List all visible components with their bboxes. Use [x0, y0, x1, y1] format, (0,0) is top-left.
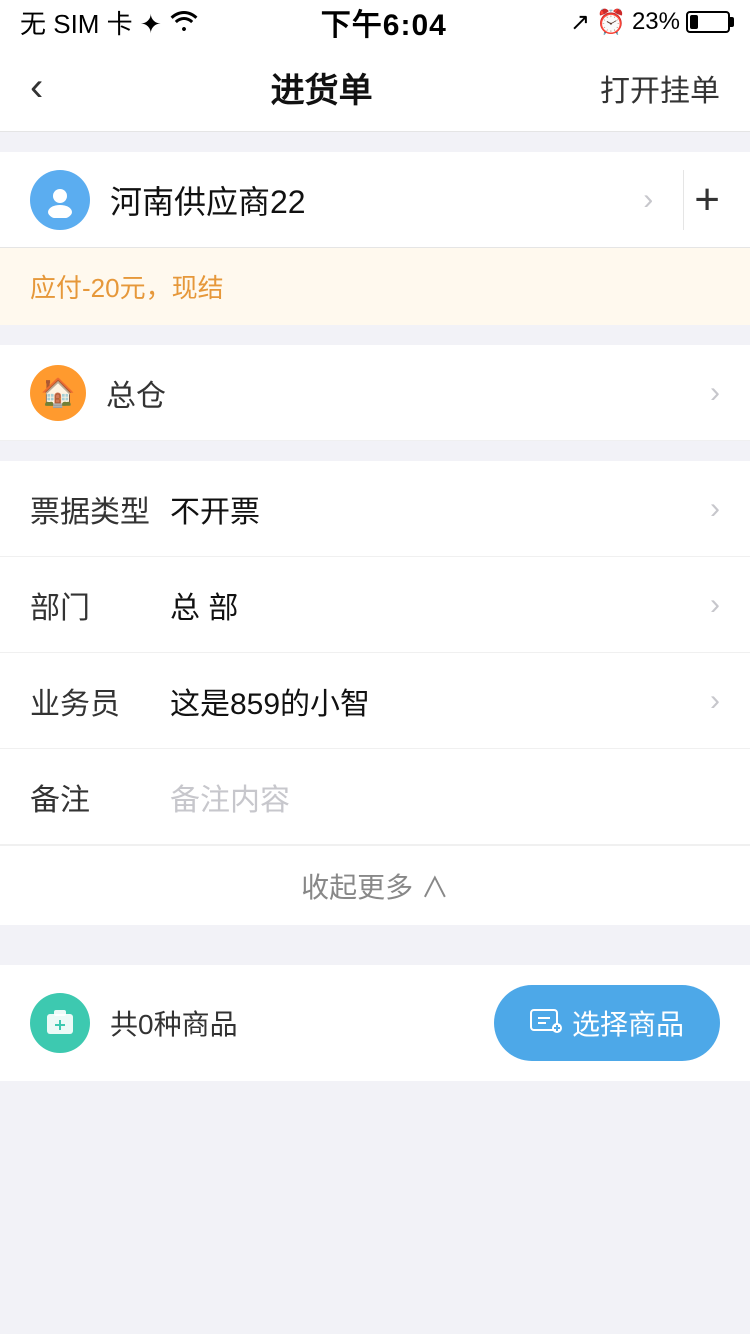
remark-row[interactable]: 备注 备注内容 — [0, 749, 750, 845]
invoice-value: 不开票 — [170, 487, 710, 531]
warehouse-name: 总仓 — [106, 371, 710, 415]
back-button[interactable]: ‹ — [30, 65, 43, 110]
status-left: 无 SIM 卡 ✦ — [20, 4, 198, 41]
salesperson-row[interactable]: 业务员 这是859的小智 › — [0, 653, 750, 749]
battery-percent: 23% — [632, 8, 680, 36]
remark-input[interactable]: 备注内容 — [170, 775, 720, 819]
page-title: 进货单 — [271, 63, 373, 112]
dept-value: 总 部 — [170, 583, 710, 627]
supplier-name: 河南供应商22 — [110, 177, 643, 223]
supplier-avatar — [30, 170, 90, 230]
form-section: 票据类型 不开票 › 部门 总 部 › 业务员 这是859的小智 › 备注 备注… — [0, 461, 750, 925]
select-product-button[interactable]: 选择商品 — [494, 985, 720, 1061]
location-icon: ↗ — [570, 8, 590, 37]
open-pending-button[interactable]: 打开挂单 — [600, 66, 720, 110]
sim-text: 无 SIM 卡 ✦ — [20, 4, 162, 41]
invoice-label: 票据类型 — [30, 487, 170, 531]
collapse-row[interactable]: 收起更多 ∧ — [0, 845, 750, 925]
supplier-row[interactable]: 河南供应商22 › + — [0, 152, 750, 248]
status-time: 下午6:04 — [321, 0, 447, 44]
invoice-row[interactable]: 票据类型 不开票 › — [0, 461, 750, 557]
nav-bar: ‹ 进货单 打开挂单 — [0, 44, 750, 132]
clock-icon: ⏰ — [596, 8, 626, 37]
product-icon-wrap — [30, 993, 90, 1053]
section-gap-1 — [0, 132, 750, 152]
content: 河南供应商22 › + 应付-20元，现结 🏠 总仓 › 票据类型 不开票 › … — [0, 132, 750, 1081]
select-icon — [530, 1006, 562, 1041]
collapse-label: 收起更多 ∧ — [301, 866, 449, 906]
status-bar: 无 SIM 卡 ✦ 下午6:04 ↗ ⏰ 23% — [0, 0, 750, 44]
warehouse-row[interactable]: 🏠 总仓 › — [0, 345, 750, 441]
dept-arrow-icon: › — [710, 588, 720, 622]
divider-vertical — [683, 170, 684, 230]
invoice-arrow-icon: › — [710, 492, 720, 526]
warehouse-arrow-icon: › — [710, 376, 720, 410]
battery-icon — [686, 11, 730, 33]
select-button-label: 选择商品 — [572, 1003, 684, 1043]
warehouse-icon-wrap: 🏠 — [30, 365, 86, 421]
alert-banner: 应付-20元，现结 — [0, 248, 750, 325]
salesperson-label: 业务员 — [30, 679, 170, 723]
dept-row[interactable]: 部门 总 部 › — [0, 557, 750, 653]
status-right: ↗ ⏰ 23% — [570, 8, 730, 37]
section-gap-4 — [0, 925, 750, 945]
warehouse-icon: 🏠 — [41, 376, 76, 409]
remark-label: 备注 — [30, 775, 170, 819]
section-gap-3 — [0, 441, 750, 461]
salesperson-arrow-icon: › — [710, 684, 720, 718]
supplier-arrow-icon: › — [643, 183, 653, 217]
section-gap-2 — [0, 325, 750, 345]
wifi-icon — [170, 7, 198, 38]
product-count-text: 共0种商品 — [110, 1003, 474, 1043]
dept-label: 部门 — [30, 583, 170, 627]
salesperson-value: 这是859的小智 — [170, 679, 710, 723]
add-supplier-button[interactable]: + — [694, 178, 720, 222]
supplier-section: 河南供应商22 › + 应付-20元，现结 — [0, 152, 750, 325]
bottom-bar: 共0种商品 选择商品 — [0, 965, 750, 1081]
